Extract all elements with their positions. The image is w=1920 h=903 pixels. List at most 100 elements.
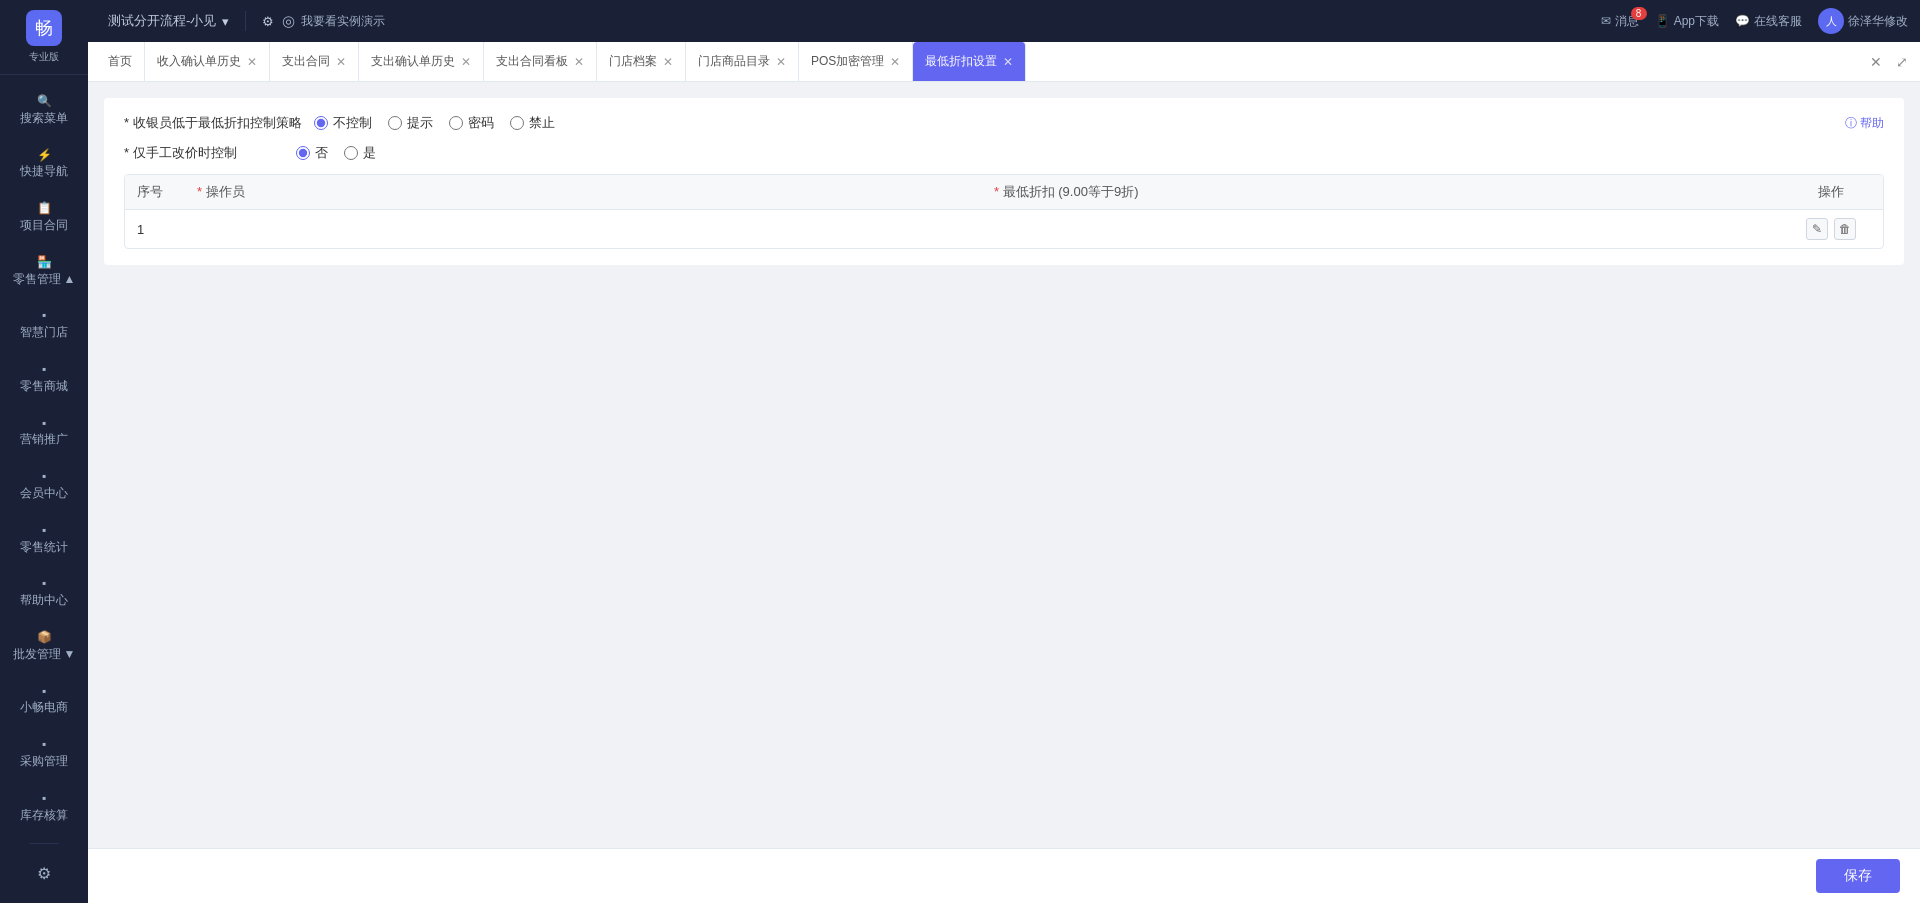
discount-table: 序号 * 操作员 * 最低折扣 (9.00等于9折) 操作 1 — [124, 174, 1884, 249]
sidebar-item-inventory[interactable]: ▪库存核算 — [0, 780, 88, 834]
delete-row-button[interactable]: 🗑 — [1834, 218, 1856, 240]
radio-label-no-control: 不控制 — [333, 114, 372, 132]
manual-radio-label-no: 否 — [315, 144, 328, 162]
radio-item-hint[interactable]: 提示 — [388, 114, 433, 132]
tab-close-icon[interactable]: ✕ — [663, 56, 673, 68]
tab-payment-contract[interactable]: 支出合同 ✕ — [270, 42, 359, 82]
discount-policy-label: * 收银员低于最低折扣控制策略 — [124, 114, 302, 132]
save-button[interactable]: 保存 — [1816, 859, 1900, 893]
tab-label: 收入确认单历史 — [157, 53, 241, 70]
footer-bar: 保存 — [88, 848, 1920, 903]
radio-input-hint[interactable] — [388, 116, 402, 130]
sidebar-item-online-shop[interactable]: ▪零售商城 — [0, 351, 88, 405]
project-selector[interactable]: 测试分开流程-小见 ▾ — [100, 8, 237, 34]
tab-store-archive[interactable]: 门店档案 ✕ — [597, 42, 686, 82]
online-support-button[interactable]: 💬 在线客服 — [1735, 13, 1802, 30]
sidebar-item-project[interactable]: 📋项目合同 — [0, 190, 88, 244]
tab-actions: ✕ ⤢ — [1866, 50, 1912, 74]
tabbar: 首页收入确认单历史✕支出合同✕支出确认单历史✕支出合同看板✕门店档案✕门店商品目… — [88, 42, 1920, 82]
topbar: 测试分开流程-小见 ▾ ⚙ ◎ 我要看实例演示 ✉ 消息 8 📱 App下载 💬… — [88, 0, 1920, 42]
app-icon: 📱 — [1655, 14, 1670, 28]
project-arrow: ▾ — [222, 14, 229, 29]
manual-radio-item-yes[interactable]: 是 — [344, 144, 376, 162]
nav-icon: ▪ — [42, 522, 46, 539]
tab-min-discount[interactable]: 最低折扣设置 ✕ — [913, 42, 1026, 82]
radio-input-no-control[interactable] — [314, 116, 328, 130]
tab-close-icon[interactable]: ✕ — [336, 56, 346, 68]
th-action: 操作 — [1791, 183, 1871, 201]
close-all-tabs-button[interactable]: ✕ — [1866, 50, 1886, 74]
tab-income-history[interactable]: 收入确认单历史 ✕ — [145, 42, 270, 82]
help-button[interactable]: ⓘ 帮助 — [1845, 115, 1884, 132]
support-label: 在线客服 — [1754, 13, 1802, 30]
tab-label: 门店档案 — [609, 53, 657, 70]
manual-price-label: * 仅手工改价时控制 — [124, 144, 284, 162]
sidebar-item-smart-store[interactable]: ▪智慧门店 — [0, 297, 88, 351]
message-badge: 8 — [1631, 7, 1647, 20]
sidebar-bottom: ⚙ — [29, 843, 59, 903]
manual-radio-item-no[interactable]: 否 — [296, 144, 328, 162]
tab-pos-password[interactable]: POS加密管理✕ — [799, 42, 913, 82]
radio-item-no-control[interactable]: 不控制 — [314, 114, 372, 132]
manual-price-radio-group: 否是 — [296, 144, 376, 162]
discount-policy-row: * 收银员低于最低折扣控制策略 不控制 提示密码禁止 ⓘ 帮助 — [124, 114, 1884, 132]
logo-icon: 畅 — [26, 10, 62, 46]
tab-close-icon[interactable]: ✕ — [776, 56, 786, 68]
user-profile-button[interactable]: 人 徐泽华修改 — [1818, 8, 1908, 34]
nav-icon: 🔍 — [37, 93, 52, 110]
tab-home[interactable]: 首页 — [96, 42, 145, 82]
arrow-icon: ▼ — [64, 646, 76, 663]
sidebar: 畅 专业版 🔍搜索菜单⚡快捷导航📋项目合同🏪零售管理▲▪智慧门店▪零售商城▪营销… — [0, 0, 88, 903]
radio-input-forbid[interactable] — [510, 116, 524, 130]
message-icon: ✉ — [1601, 14, 1611, 28]
tab-label: 支出合同 — [282, 53, 330, 70]
tab-payment-board[interactable]: 支出合同看板✕ — [484, 42, 597, 82]
sidebar-item-finance[interactable]: ▪资金管理 — [0, 833, 88, 843]
help-label: 帮助 — [1860, 115, 1884, 132]
sidebar-item-purchase[interactable]: ▪采购管理 — [0, 726, 88, 780]
tab-close-icon[interactable]: ✕ — [1003, 56, 1013, 68]
nav-icon: ▪ — [42, 415, 46, 432]
sidebar-item-search[interactable]: 🔍搜索菜单 — [0, 83, 88, 137]
tab-close-icon[interactable]: ✕ — [574, 56, 584, 68]
tab-label: 首页 — [108, 53, 132, 70]
app-download-button[interactable]: 📱 App下载 — [1655, 13, 1719, 30]
sidebar-item-marketing[interactable]: ▪营销推广 — [0, 405, 88, 459]
tab-store-catalog[interactable]: 门店商品目录 ✕ — [686, 42, 799, 82]
discount-policy-radio-group: 不控制 提示密码禁止 — [314, 114, 555, 132]
tab-close-icon[interactable]: ✕ — [461, 56, 471, 68]
tab-label: 最低折扣设置 — [925, 53, 997, 70]
sidebar-item-help[interactable]: ▪帮助中心 — [0, 565, 88, 619]
td-seq: 1 — [137, 222, 197, 237]
td-action: ✎ 🗑 — [1791, 218, 1871, 240]
sidebar-item-stats[interactable]: ▪零售统计 — [0, 512, 88, 566]
radio-label-hint: 提示 — [407, 114, 433, 132]
main-area: 测试分开流程-小见 ▾ ⚙ ◎ 我要看实例演示 ✉ 消息 8 📱 App下载 💬… — [88, 0, 1920, 903]
tab-close-icon[interactable]: ✕ — [890, 56, 900, 68]
demo-link[interactable]: ◎ 我要看实例演示 — [282, 12, 385, 30]
settings-button[interactable]: ⚙ — [29, 856, 59, 891]
manual-radio-input-no[interactable] — [296, 146, 310, 160]
settings-config[interactable]: ⚙ — [254, 10, 282, 33]
th-discount: * 最低折扣 (9.00等于9折) — [994, 183, 1791, 201]
radio-input-password[interactable] — [449, 116, 463, 130]
sidebar-item-ecommerce[interactable]: ▪小畅电商 — [0, 673, 88, 727]
edit-row-button[interactable]: ✎ — [1806, 218, 1828, 240]
demo-label: 我要看实例演示 — [301, 13, 385, 30]
radio-item-password[interactable]: 密码 — [449, 114, 494, 132]
expand-tabs-button[interactable]: ⤢ — [1892, 50, 1912, 74]
messages-button[interactable]: ✉ 消息 8 — [1601, 13, 1639, 30]
sidebar-item-member[interactable]: ▪会员中心 — [0, 458, 88, 512]
radio-item-forbid[interactable]: 禁止 — [510, 114, 555, 132]
sidebar-item-wholesale[interactable]: 📦批发管理▼ — [0, 619, 88, 673]
sidebar-item-retail[interactable]: 🏪零售管理▲ — [0, 244, 88, 298]
tab-label: 门店商品目录 — [698, 53, 770, 70]
nav-icon: ▪ — [42, 575, 46, 592]
support-icon: 💬 — [1735, 14, 1750, 28]
table-header: 序号 * 操作员 * 最低折扣 (9.00等于9折) 操作 — [125, 175, 1883, 210]
manual-radio-input-yes[interactable] — [344, 146, 358, 160]
sidebar-item-shortcut[interactable]: ⚡快捷导航 — [0, 137, 88, 191]
tab-payment-history[interactable]: 支出确认单历史 ✕ — [359, 42, 484, 82]
tab-label: 支出确认单历史 — [371, 53, 455, 70]
tab-close-icon[interactable]: ✕ — [247, 56, 257, 68]
